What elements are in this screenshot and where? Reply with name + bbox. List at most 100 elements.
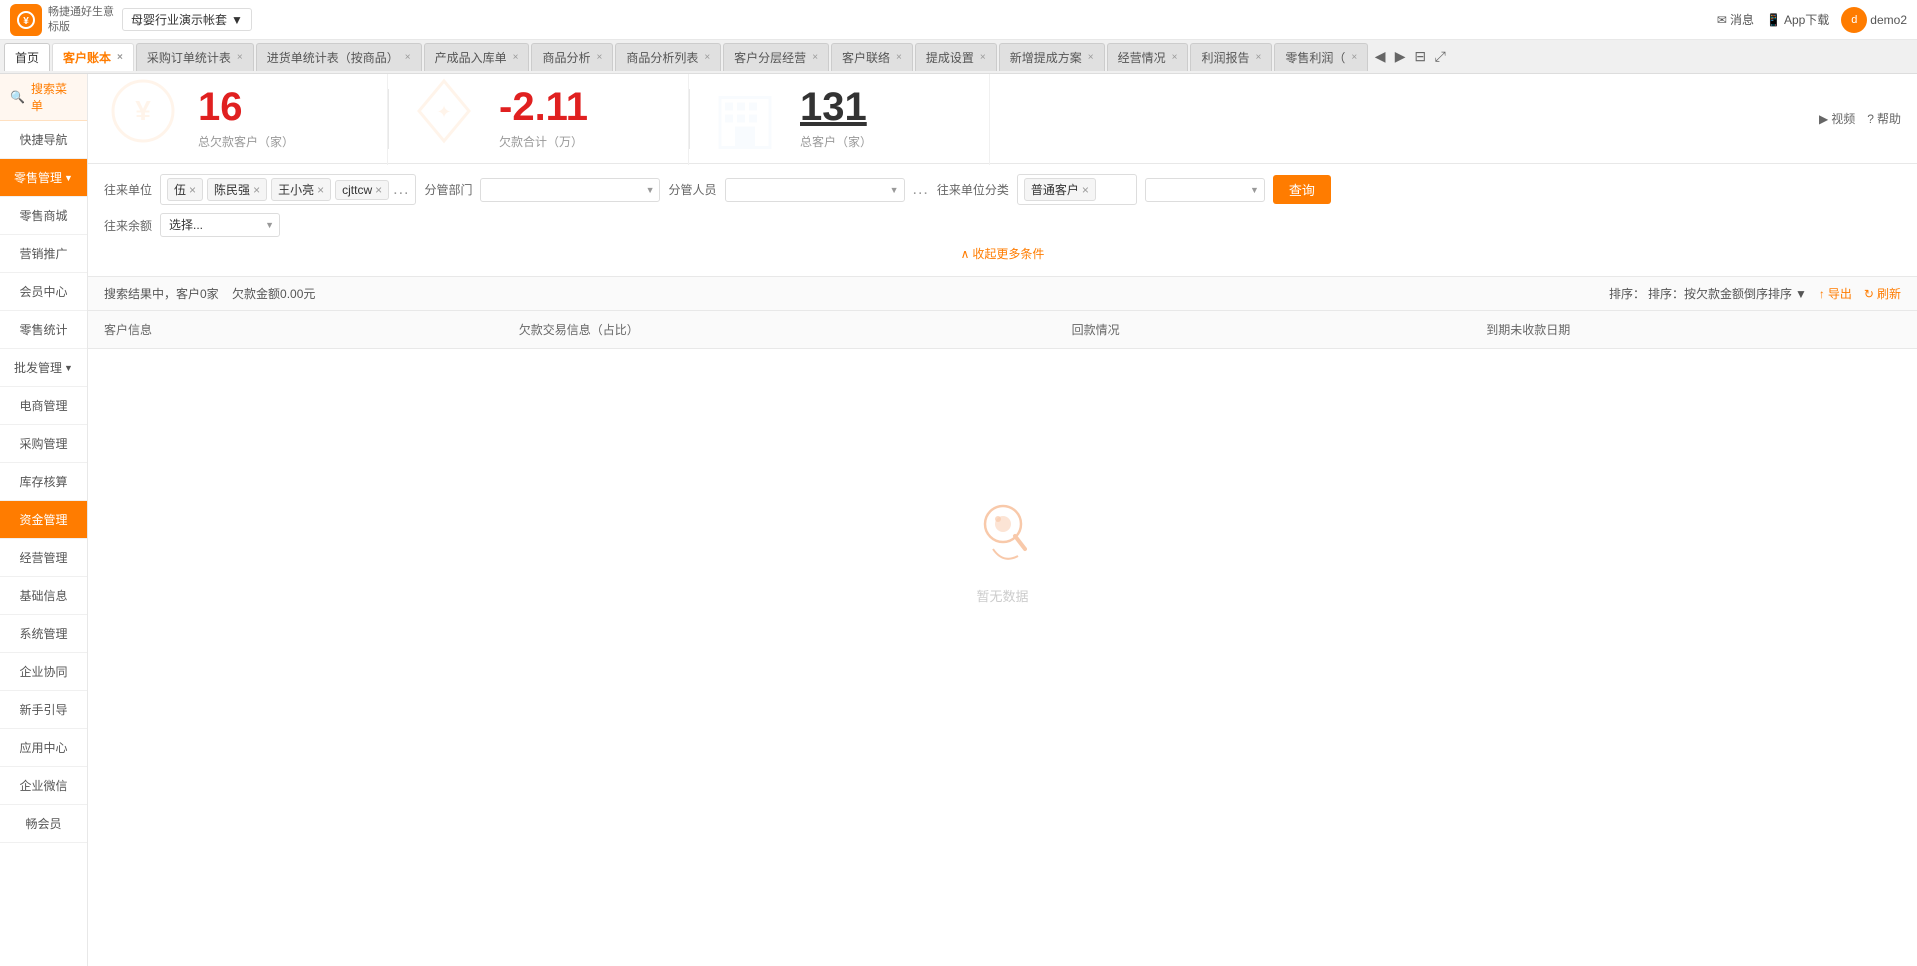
tab-customer-account-close[interactable]: × xyxy=(117,52,123,63)
tab-customer-contact[interactable]: 客户联络 × xyxy=(831,43,913,71)
export-btn[interactable]: ↑ 导出 xyxy=(1819,285,1852,302)
tab-operations-close[interactable]: × xyxy=(1172,52,1178,63)
sidebar-item-purchase[interactable]: 采购管理 xyxy=(0,425,87,463)
video-btn[interactable]: ▶ 视频 xyxy=(1819,110,1855,127)
sidebar-item-member2[interactable]: 畅会员 xyxy=(0,805,87,843)
help-btn[interactable]: ? 帮助 xyxy=(1867,110,1901,127)
unit-tag-wang[interactable]: 王小亮 × xyxy=(271,178,331,201)
sort-select[interactable]: 排序： 排序：按欠款金额倒序排序 ▼ xyxy=(1609,285,1807,302)
tab-promotion-settings-close[interactable]: × xyxy=(980,52,986,63)
sidebar-search-label: 搜索菜单 xyxy=(31,80,77,114)
user-area[interactable]: d demo2 xyxy=(1841,7,1907,33)
tab-promotion-settings-label: 提成设置 xyxy=(926,49,974,66)
person-more-btn[interactable]: ... xyxy=(913,181,929,199)
unit-tag-cjttcw-close[interactable]: × xyxy=(375,183,382,197)
account-dropdown[interactable]: 母婴行业演示帐套 ▼ xyxy=(122,8,252,31)
query-button[interactable]: 查询 xyxy=(1273,175,1331,204)
main-layout: 🔍 搜索菜单 快捷导航 零售管理 ▼ 零售商城 营销推广 会员中心 零售统计 批… xyxy=(0,74,1917,966)
sidebar-item-member[interactable]: 会员中心 xyxy=(0,273,87,311)
tab-operations[interactable]: 经营情况 × xyxy=(1107,43,1189,71)
collapse-btn[interactable]: ∧ 收起更多条件 xyxy=(961,245,1045,262)
sidebar-item-enterprise-wx[interactable]: 企业微信 xyxy=(0,767,87,805)
tab-fullscreen[interactable]: ⤢ xyxy=(1430,43,1450,71)
sidebar-item-retail-stats[interactable]: 零售统计 xyxy=(0,311,87,349)
tab-customer-segment-close[interactable]: × xyxy=(812,52,818,63)
tab-retail-profit-close[interactable]: × xyxy=(1351,52,1357,63)
tab-profit-report[interactable]: 利润报告 × xyxy=(1190,43,1272,71)
tab-inbound-stats[interactable]: 进货单统计表（按商品） × xyxy=(256,43,422,71)
tab-product-analysis-list[interactable]: 商品分析列表 × xyxy=(615,43,721,71)
balance-select-wrap[interactable]: 选择... xyxy=(160,213,280,237)
sidebar-item-ecommerce[interactable]: 电商管理 xyxy=(0,387,87,425)
sidebar-item-operations[interactable]: 经营管理 xyxy=(0,539,87,577)
tab-inbound-stats-close[interactable]: × xyxy=(405,52,411,63)
tab-nav-menu[interactable]: ⊟ xyxy=(1410,43,1430,71)
sidebar-item-enterprise-coop[interactable]: 企业协同 xyxy=(0,653,87,691)
unit-tag-wu[interactable]: 伍 × xyxy=(167,178,203,201)
tab-new-promotion-close[interactable]: × xyxy=(1088,52,1094,63)
dept-select-wrap[interactable] xyxy=(480,178,660,202)
tab-profit-report-close[interactable]: × xyxy=(1255,52,1261,63)
stats-bar: ¥ 16 总欠款客户（家） ✦ -2.11 xyxy=(88,74,1917,164)
unit-class-select[interactable] xyxy=(1145,178,1265,202)
tab-new-promotion-label: 新增提成方案 xyxy=(1010,49,1082,66)
unit-class-tag-close[interactable]: × xyxy=(1082,183,1089,197)
message-btn[interactable]: ✉ 消息 xyxy=(1717,11,1754,28)
sidebar-item-retail[interactable]: 零售管理 ▼ xyxy=(0,159,87,197)
sidebar-item-inventory[interactable]: 库存核算 xyxy=(0,463,87,501)
refresh-icon: ↻ xyxy=(1864,287,1874,301)
chevron-icon: ▼ xyxy=(64,173,73,183)
unit-class-tag-normal[interactable]: 普通客户 × xyxy=(1024,178,1096,201)
person-input[interactable] xyxy=(725,178,905,202)
sidebar-search[interactable]: 🔍 搜索菜单 xyxy=(0,74,87,121)
person-select-wrap[interactable] xyxy=(725,178,905,202)
unit-class-tag-area[interactable]: 普通客户 × xyxy=(1017,174,1137,205)
tab-customer-segment[interactable]: 客户分层经营 × xyxy=(723,43,829,71)
tab-retail-profit[interactable]: 零售利润（ × xyxy=(1274,43,1368,71)
tab-customer-contact-close[interactable]: × xyxy=(896,52,902,63)
balance-select[interactable]: 选择... xyxy=(160,213,280,237)
sidebar-item-batch[interactable]: 批发管理 ▼ xyxy=(0,349,87,387)
tab-nav-next[interactable]: ▶ xyxy=(1390,43,1410,71)
sidebar-item-quick-nav[interactable]: 快捷导航 xyxy=(0,121,87,159)
tab-customer-account[interactable]: 客户账本 × xyxy=(52,43,134,71)
app-download-btn[interactable]: 📱 App下载 xyxy=(1766,11,1829,28)
unit-more-btn[interactable]: ... xyxy=(393,181,409,199)
tab-promotion-settings[interactable]: 提成设置 × xyxy=(915,43,997,71)
tab-nav-prev[interactable]: ◀ xyxy=(1370,43,1390,71)
unit-tag-chen[interactable]: 陈民强 × xyxy=(207,178,267,201)
sidebar-item-app-center[interactable]: 应用中心 xyxy=(0,729,87,767)
tab-product-analysis-list-close[interactable]: × xyxy=(704,52,710,63)
tab-product-analysis-list-label: 商品分析列表 xyxy=(626,49,698,66)
sidebar-item-new-guide[interactable]: 新手引导 xyxy=(0,691,87,729)
tab-product-analysis-close[interactable]: × xyxy=(596,52,602,63)
top-bar-right: ✉ 消息 📱 App下载 d demo2 xyxy=(1717,7,1907,33)
tab-purchase-order[interactable]: 采购订单统计表 × xyxy=(136,43,254,71)
search-icon: 🔍 xyxy=(10,90,25,104)
tab-production-inbound[interactable]: 产成品入库单 × xyxy=(424,43,530,71)
unit-tag-chen-close[interactable]: × xyxy=(253,183,260,197)
stat-value-debt-customers: 16 xyxy=(198,87,294,127)
tab-production-inbound-close[interactable]: × xyxy=(513,52,519,63)
stat-label-total-customers: 总客户（家） xyxy=(800,133,872,150)
unit-tag-wang-close[interactable]: × xyxy=(317,183,324,197)
tab-purchase-order-close[interactable]: × xyxy=(237,52,243,63)
refresh-btn[interactable]: ↻ 刷新 xyxy=(1864,285,1901,302)
sidebar-item-basic-info[interactable]: 基础信息 xyxy=(0,577,87,615)
unit-tag-wu-close[interactable]: × xyxy=(189,183,196,197)
tab-product-analysis[interactable]: 商品分析 × xyxy=(531,43,613,71)
stat-total-debt-amount: ✦ -2.11 欠款合计（万） xyxy=(389,74,689,165)
unit-tag-cjttcw[interactable]: cjttcw × xyxy=(335,180,389,200)
sidebar-item-system[interactable]: 系统管理 xyxy=(0,615,87,653)
tab-new-promotion[interactable]: 新增提成方案 × xyxy=(999,43,1105,71)
sidebar-item-marketing[interactable]: 营销推广 xyxy=(0,235,87,273)
sidebar-item-finance[interactable]: 资金管理 xyxy=(0,501,87,539)
dept-input[interactable] xyxy=(480,178,660,202)
sidebar-item-retail-mall[interactable]: 零售商城 xyxy=(0,197,87,235)
unit-tag-area[interactable]: 伍 × 陈民强 × 王小亮 × cjttcw × ... xyxy=(160,174,416,205)
unit-class-dropdown[interactable] xyxy=(1145,178,1265,202)
tab-inbound-stats-label: 进货单统计表（按商品） xyxy=(267,49,399,66)
chevron-up-icon: ∧ xyxy=(961,247,970,261)
tab-home[interactable]: 首页 xyxy=(4,43,50,71)
stat-value-debt-amount: -2.11 xyxy=(499,87,588,127)
